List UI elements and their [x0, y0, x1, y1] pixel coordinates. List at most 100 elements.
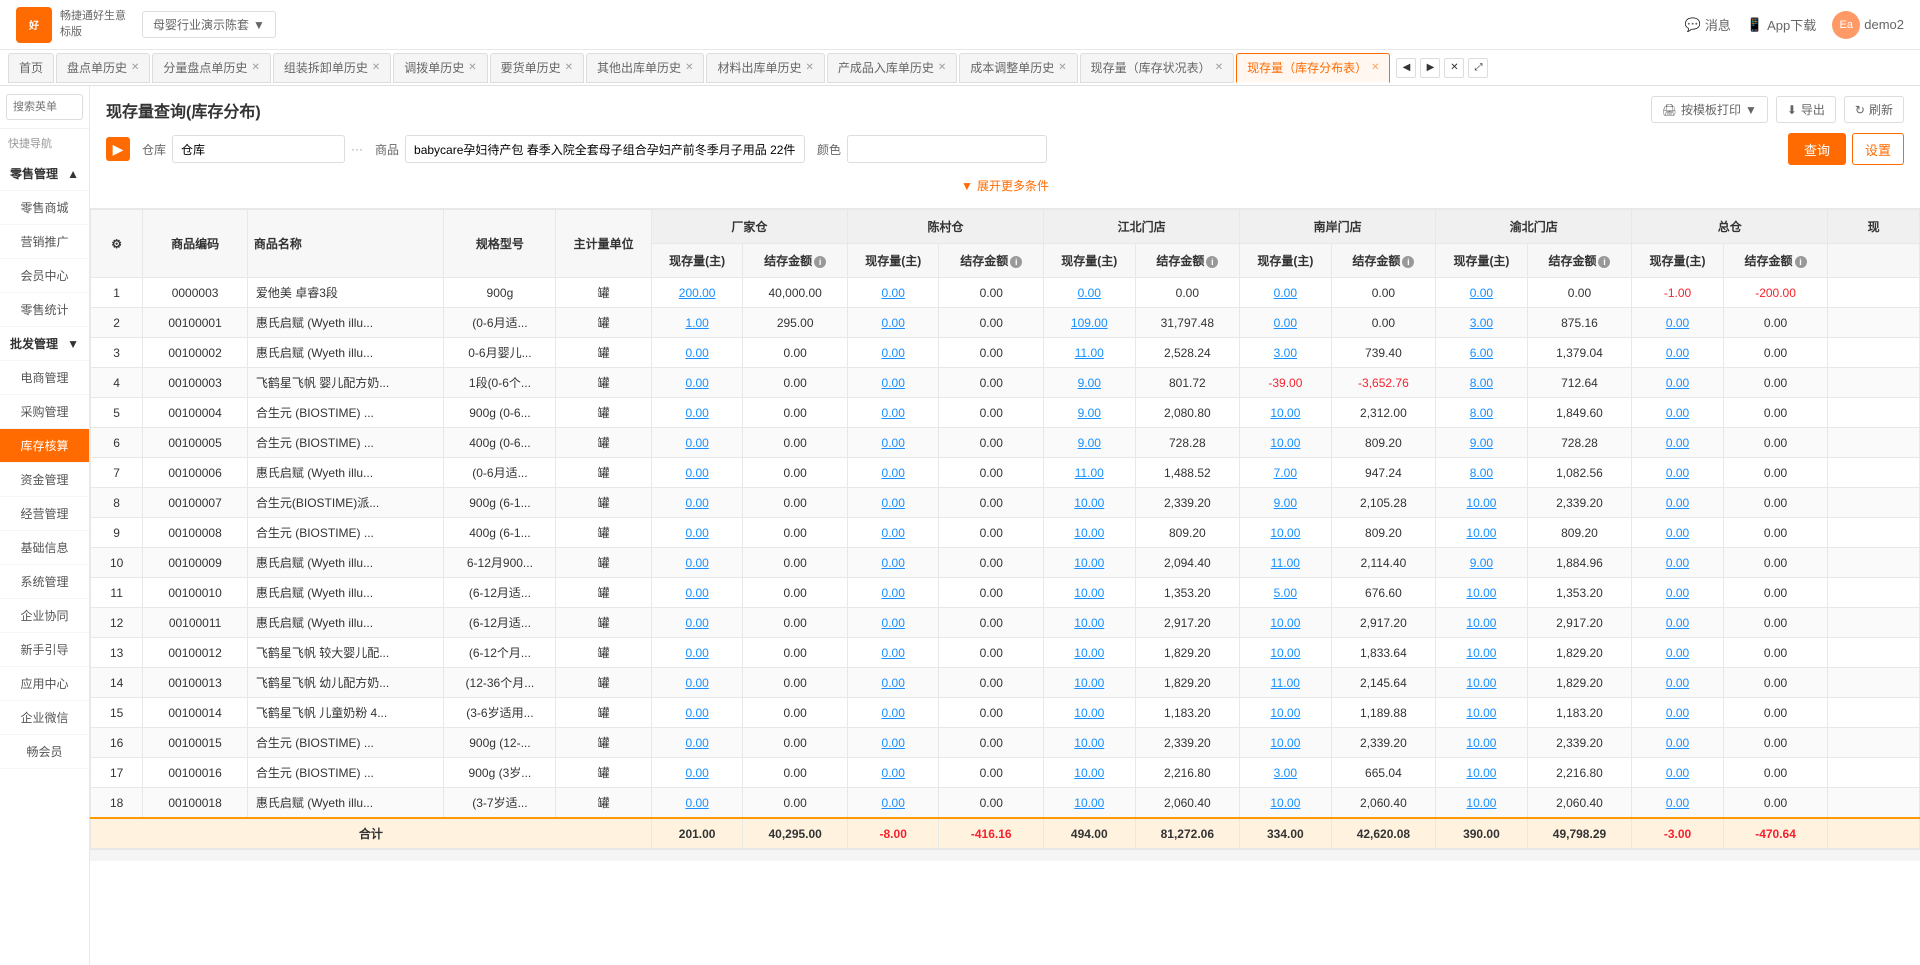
cell-nanan-qty[interactable]: -39.00: [1240, 368, 1332, 398]
cell-chen-qty[interactable]: 0.00: [847, 758, 939, 788]
sidebar-item-marketing[interactable]: 营销推广: [0, 225, 89, 259]
tab-product-inbound[interactable]: 产成品入库单历史 ✕: [827, 53, 957, 83]
sidebar-item-member2[interactable]: 畅会员: [0, 735, 89, 769]
sidebar-item-inventory[interactable]: 库存核算: [0, 429, 89, 463]
tab-outbound-history[interactable]: 其他出库单历史 ✕: [586, 53, 704, 83]
cell-chen-qty[interactable]: 0.00: [847, 638, 939, 668]
cell-total-qty[interactable]: 0.00: [1632, 578, 1724, 608]
cell-chen-qty[interactable]: 0.00: [847, 308, 939, 338]
cell-yubei-qty[interactable]: 10.00: [1436, 488, 1528, 518]
cell-yubei-qty[interactable]: 6.00: [1436, 338, 1528, 368]
cell-factory-qty[interactable]: 200.00: [651, 278, 743, 308]
cell-yubei-qty[interactable]: 8.00: [1436, 458, 1528, 488]
cell-factory-qty[interactable]: 0.00: [651, 428, 743, 458]
cell-nanan-qty[interactable]: 5.00: [1240, 578, 1332, 608]
cell-jiangbei-qty[interactable]: 10.00: [1044, 488, 1136, 518]
industry-selector[interactable]: 母婴行业演示陈套 ▼: [142, 11, 276, 38]
info-icon[interactable]: i: [1402, 256, 1414, 268]
cell-total-qty[interactable]: 0.00: [1632, 758, 1724, 788]
cell-factory-qty[interactable]: 0.00: [651, 398, 743, 428]
cell-jiangbei-qty[interactable]: 11.00: [1044, 338, 1136, 368]
cell-jiangbei-qty[interactable]: 10.00: [1044, 728, 1136, 758]
cell-nanan-qty[interactable]: 10.00: [1240, 698, 1332, 728]
close-icon[interactable]: ✕: [468, 62, 476, 73]
close-icon[interactable]: ✕: [1215, 62, 1223, 73]
cell-yubei-qty[interactable]: 10.00: [1436, 668, 1528, 698]
cell-nanan-qty[interactable]: 3.00: [1240, 338, 1332, 368]
cell-total-qty[interactable]: 0.00: [1632, 788, 1724, 819]
settings-btn[interactable]: 设置: [1852, 133, 1904, 165]
cell-nanan-qty[interactable]: 10.00: [1240, 398, 1332, 428]
close-icon[interactable]: ✕: [251, 62, 259, 73]
cell-total-qty[interactable]: 0.00: [1632, 458, 1724, 488]
sidebar-item-retail-management[interactable]: 零售管理 ▲: [0, 157, 89, 191]
cell-nanan-qty[interactable]: 0.00: [1240, 278, 1332, 308]
sidebar-item-member[interactable]: 会员中心: [0, 259, 89, 293]
cell-jiangbei-qty[interactable]: 10.00: [1044, 758, 1136, 788]
cell-chen-qty[interactable]: 0.00: [847, 398, 939, 428]
cell-chen-qty[interactable]: 0.00: [847, 788, 939, 819]
sidebar-item-apps[interactable]: 应用中心: [0, 667, 89, 701]
cell-chen-qty[interactable]: 0.00: [847, 698, 939, 728]
cell-chen-qty[interactable]: 0.00: [847, 458, 939, 488]
cell-factory-qty[interactable]: 0.00: [651, 548, 743, 578]
cell-jiangbei-qty[interactable]: 0.00: [1044, 278, 1136, 308]
cell-jiangbei-qty[interactable]: 11.00: [1044, 458, 1136, 488]
tab-stock-distribution[interactable]: 现存量（库存分布表） ✕: [1236, 53, 1390, 83]
close-icon[interactable]: ✕: [685, 62, 693, 73]
close-icon[interactable]: ✕: [565, 62, 573, 73]
close-icon[interactable]: ✕: [131, 62, 139, 73]
cell-nanan-qty[interactable]: 10.00: [1240, 788, 1332, 819]
cell-factory-qty[interactable]: 0.00: [651, 458, 743, 488]
cell-factory-qty[interactable]: 0.00: [651, 668, 743, 698]
cell-total-qty[interactable]: 0.00: [1632, 668, 1724, 698]
cell-chen-qty[interactable]: 0.00: [847, 428, 939, 458]
tab-assembly-history[interactable]: 组装拆卸单历史 ✕: [273, 53, 391, 83]
cell-total-qty[interactable]: 0.00: [1632, 338, 1724, 368]
cell-nanan-qty[interactable]: 11.00: [1240, 668, 1332, 698]
user-menu[interactable]: Ea demo2: [1832, 11, 1904, 39]
cell-factory-qty[interactable]: 0.00: [651, 578, 743, 608]
sidebar-item-enterprise[interactable]: 企业协同: [0, 599, 89, 633]
cell-yubei-qty[interactable]: 10.00: [1436, 638, 1528, 668]
cell-nanan-qty[interactable]: 9.00: [1240, 488, 1332, 518]
cell-jiangbei-qty[interactable]: 10.00: [1044, 788, 1136, 819]
info-icon[interactable]: i: [1010, 256, 1022, 268]
cell-yubei-qty[interactable]: 8.00: [1436, 368, 1528, 398]
cell-yubei-qty[interactable]: 10.00: [1436, 758, 1528, 788]
print-btn[interactable]: 🖨 按模板打印 ▼: [1651, 96, 1768, 123]
cell-factory-qty[interactable]: 0.00: [651, 338, 743, 368]
cell-yubei-qty[interactable]: 3.00: [1436, 308, 1528, 338]
info-icon[interactable]: i: [1206, 256, 1218, 268]
cell-chen-qty[interactable]: 0.00: [847, 488, 939, 518]
sidebar-item-ecommerce[interactable]: 电商管理: [0, 361, 89, 395]
cell-total-qty[interactable]: 0.00: [1632, 398, 1724, 428]
cell-total-qty[interactable]: 0.00: [1632, 698, 1724, 728]
cell-jiangbei-qty[interactable]: 10.00: [1044, 638, 1136, 668]
tab-inventory-history[interactable]: 盘点单历史 ✕: [56, 53, 150, 83]
cell-nanan-qty[interactable]: 10.00: [1240, 428, 1332, 458]
sidebar-item-basics[interactable]: 基础信息: [0, 531, 89, 565]
cell-factory-qty[interactable]: 0.00: [651, 368, 743, 398]
cell-nanan-qty[interactable]: 10.00: [1240, 638, 1332, 668]
close-icon[interactable]: ✕: [805, 62, 813, 73]
tab-nav-next[interactable]: ▶: [1420, 58, 1440, 78]
cell-chen-qty[interactable]: 0.00: [847, 578, 939, 608]
horizontal-scrollbar[interactable]: [90, 849, 1920, 861]
cell-chen-qty[interactable]: 0.00: [847, 548, 939, 578]
sidebar-item-retail-mall[interactable]: 零售商城: [0, 191, 89, 225]
cell-total-qty[interactable]: 0.00: [1632, 308, 1724, 338]
cell-chen-qty[interactable]: 0.00: [847, 278, 939, 308]
cell-factory-qty[interactable]: 0.00: [651, 608, 743, 638]
close-icon[interactable]: ✕: [1371, 62, 1379, 73]
cell-factory-qty[interactable]: 0.00: [651, 788, 743, 819]
close-icon[interactable]: ✕: [938, 62, 946, 73]
cell-total-qty[interactable]: 0.00: [1632, 548, 1724, 578]
tab-portion-history[interactable]: 分量盘点单历史 ✕: [152, 53, 270, 83]
info-icon[interactable]: i: [1598, 256, 1610, 268]
cell-yubei-qty[interactable]: 10.00: [1436, 578, 1528, 608]
cell-total-qty[interactable]: -1.00: [1632, 278, 1724, 308]
cell-total-qty[interactable]: 0.00: [1632, 518, 1724, 548]
close-icon[interactable]: ✕: [1058, 62, 1066, 73]
cell-yubei-qty[interactable]: 0.00: [1436, 278, 1528, 308]
